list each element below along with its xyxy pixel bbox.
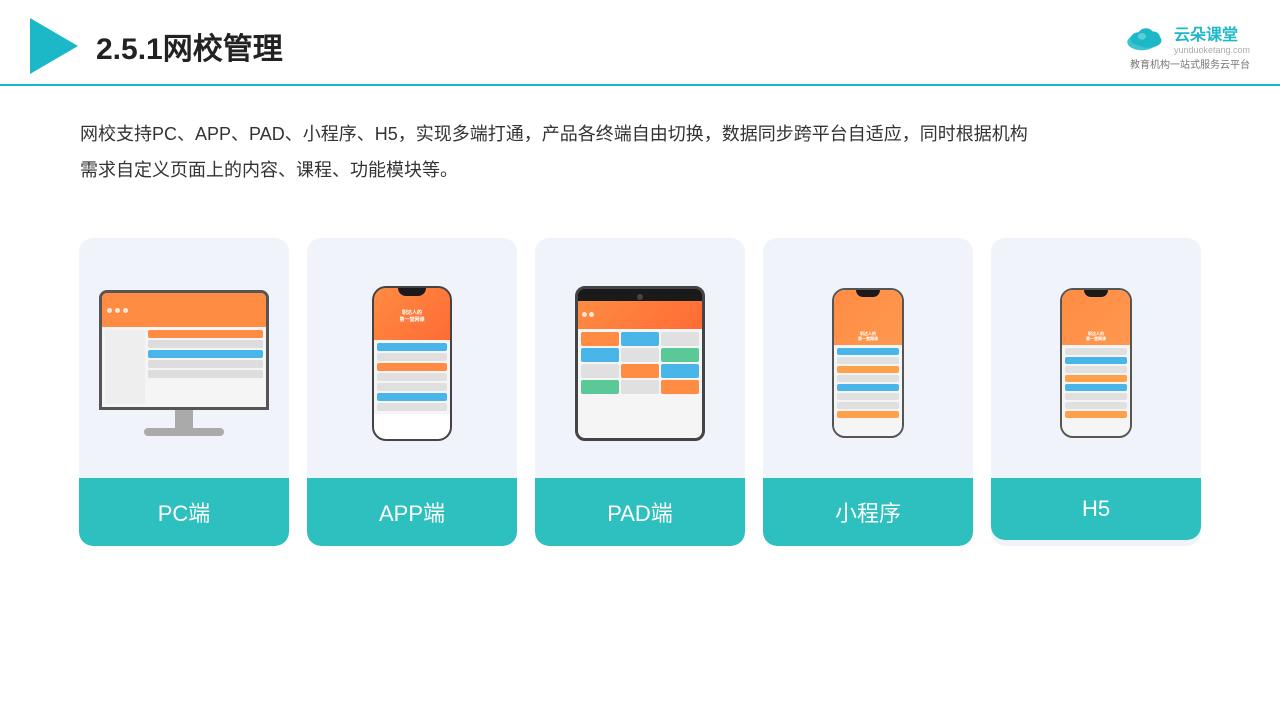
- pc-card: PC端: [79, 238, 289, 546]
- pc-monitor: [99, 290, 269, 436]
- miniprogram-card: 职达人的第一堂网课 小程序: [763, 238, 973, 546]
- app-phone: 职达人的第一堂网课: [372, 286, 452, 441]
- phone-notch: [398, 288, 426, 296]
- header: 2.5.1网校管理 云朵课堂 yunduoketang.com 教育机构一站式服…: [0, 0, 1280, 86]
- description: 网校支持PC、APP、PAD、小程序、H5，实现多端打通，产品各终端自由切换，数…: [0, 86, 1280, 198]
- tablet-frame: [575, 286, 705, 441]
- header-left: 2.5.1网校管理: [30, 18, 283, 74]
- pad-card: PAD端: [535, 238, 745, 546]
- pc-image-area: [79, 238, 289, 478]
- mini-phone-notch: [856, 290, 880, 297]
- app-card: 职达人的第一堂网课 APP端: [307, 238, 517, 546]
- miniprogram-label: 小程序: [763, 478, 973, 546]
- h5-card: 职达人的第一堂网课 H5: [991, 238, 1201, 546]
- description-text: 网校支持PC、APP、PAD、小程序、H5，实现多端打通，产品各终端自由切换，数…: [80, 124, 1028, 180]
- miniprogram-image-area: 职达人的第一堂网课: [763, 238, 973, 478]
- app-image-area: 职达人的第一堂网课: [307, 238, 517, 478]
- cloud-icon: [1124, 23, 1168, 53]
- app-label: APP端: [307, 478, 517, 546]
- cards-container: PC端 职达人的第一堂网课: [0, 208, 1280, 576]
- pad-image-area: [535, 238, 745, 478]
- h5-phone-notch: [1084, 290, 1108, 297]
- h5-label: H5: [991, 478, 1201, 540]
- logo-brand-url: yunduoketang.com: [1174, 45, 1250, 55]
- h5-phone: 职达人的第一堂网课: [1060, 288, 1132, 438]
- page-title: 2.5.1网校管理: [96, 24, 283, 68]
- monitor-body: [99, 290, 269, 410]
- monitor-screen: [102, 293, 266, 407]
- pad-label: PAD端: [535, 478, 745, 546]
- h5-phone-screen: 职达人的第一堂网课: [1062, 290, 1130, 436]
- logo-brand: 云朵课堂 yunduoketang.com: [1174, 21, 1250, 55]
- pc-label: PC端: [79, 478, 289, 546]
- play-icon: [30, 18, 78, 74]
- tablet-camera: [637, 294, 643, 300]
- logo-brand-main: 云朵课堂: [1174, 21, 1250, 45]
- logo-slogan: 教育机构一站式服务云平台: [1130, 56, 1250, 71]
- logo-area: 云朵课堂 yunduoketang.com 教育机构一站式服务云平台: [1124, 21, 1250, 71]
- logo-top-row: 云朵课堂 yunduoketang.com: [1124, 21, 1250, 55]
- phone-body: 职达人的第一堂网课: [372, 286, 452, 441]
- phone-screen: 职达人的第一堂网课: [374, 288, 450, 439]
- h5-image-area: 职达人的第一堂网课: [991, 238, 1201, 478]
- tablet-screen: [578, 301, 702, 438]
- mini-phone-screen: 职达人的第一堂网课: [834, 290, 902, 436]
- mini-phone: 职达人的第一堂网课: [832, 288, 904, 438]
